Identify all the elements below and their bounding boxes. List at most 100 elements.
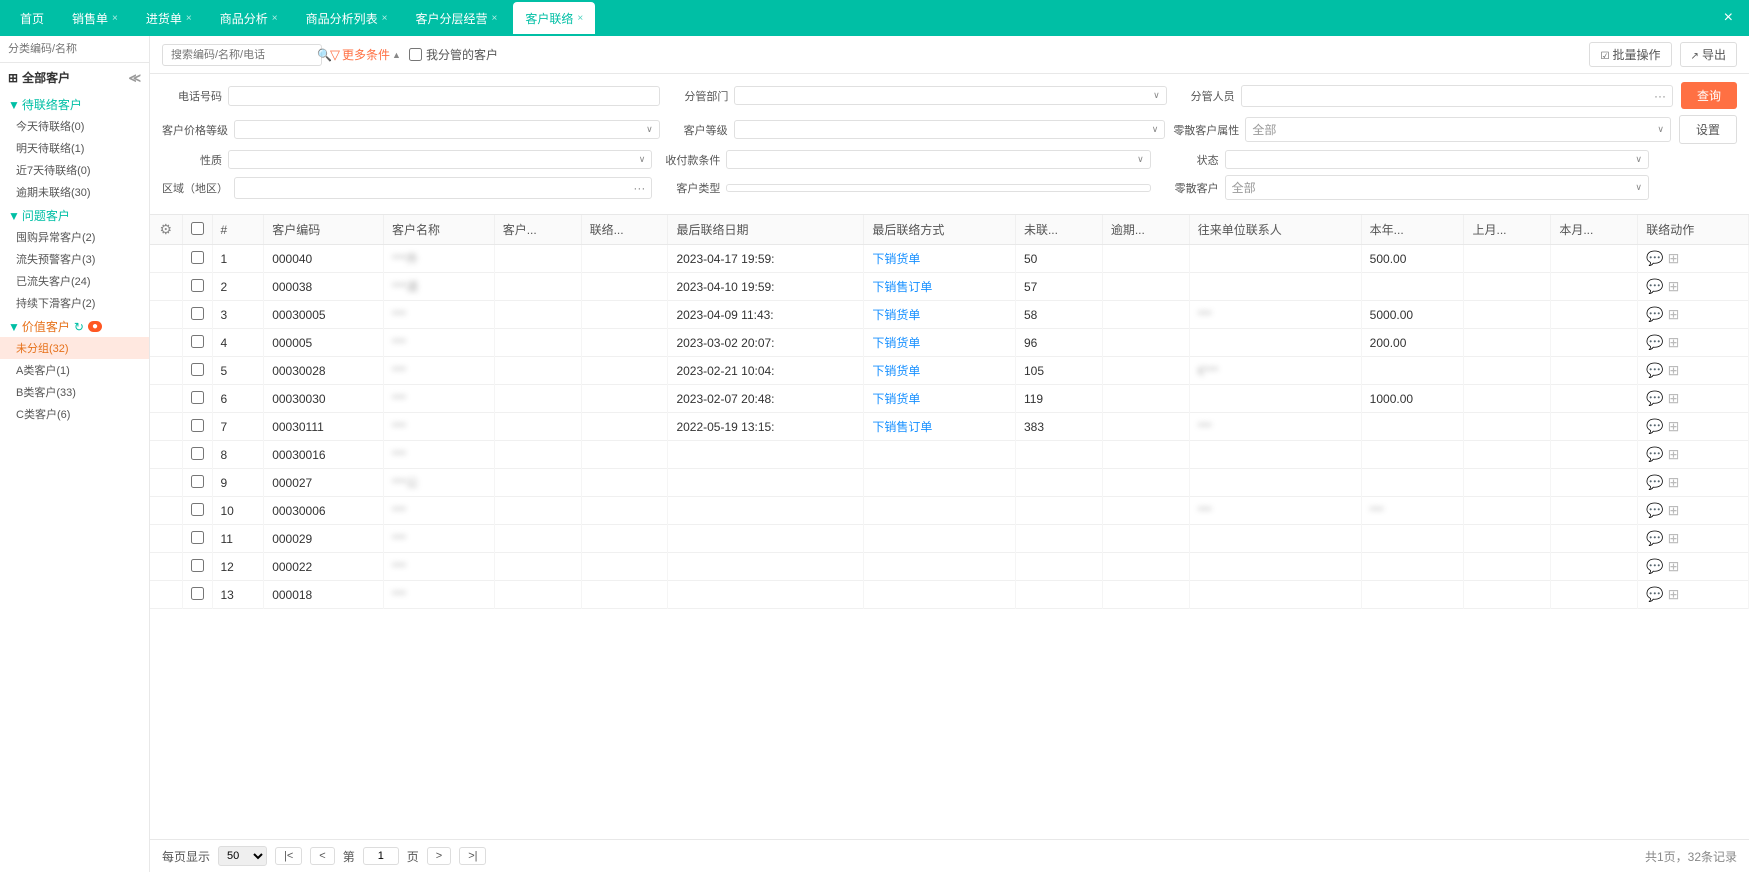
grid-action-icon[interactable]: ⊞: [1668, 390, 1680, 407]
grid-action-icon[interactable]: ⊞: [1668, 334, 1680, 351]
price-level-select[interactable]: ∨: [234, 120, 660, 139]
sidebar-item-overdue[interactable]: 逾期未联络(30): [0, 181, 149, 203]
td-last-way[interactable]: 下销货单: [864, 329, 1016, 357]
td-last-way[interactable]: 下销售订单: [864, 273, 1016, 301]
td-check[interactable]: [182, 273, 212, 301]
th-name[interactable]: 客户名称: [384, 215, 495, 245]
sidebar-item-today[interactable]: 今天待联络(0): [0, 115, 149, 137]
last-way-link[interactable]: 下销货单: [872, 308, 920, 322]
message-icon[interactable]: 💬: [1646, 474, 1663, 491]
manager-select[interactable]: ···: [1241, 85, 1673, 107]
nav-tab-analysis[interactable]: 商品分析 ×: [208, 2, 290, 34]
sidebar-search-input[interactable]: [8, 43, 150, 55]
td-last-way[interactable]: 下销货单: [864, 301, 1016, 329]
message-icon[interactable]: 💬: [1646, 306, 1663, 323]
row-checkbox[interactable]: [191, 419, 204, 432]
nav-tab-analysis-list[interactable]: 商品分析列表 ×: [294, 2, 400, 34]
th-check[interactable]: [182, 215, 212, 245]
td-last-way[interactable]: [864, 553, 1016, 581]
message-icon[interactable]: 💬: [1646, 390, 1663, 407]
last-way-link[interactable]: 下销货单: [872, 392, 920, 406]
sidebar-item-b[interactable]: B类客户(33): [0, 381, 149, 403]
close-icon[interactable]: ×: [112, 13, 118, 24]
td-check[interactable]: [182, 357, 212, 385]
batch-op-button[interactable]: ☑ 批量操作: [1589, 42, 1671, 67]
more-icon[interactable]: ···: [1654, 89, 1666, 103]
th-type[interactable]: 客户...: [494, 215, 581, 245]
sidebar-item-tomorrow[interactable]: 明天待联络(1): [0, 137, 149, 159]
grid-action-icon[interactable]: ⊞: [1668, 362, 1680, 379]
grid-action-icon[interactable]: ⊞: [1668, 446, 1680, 463]
row-checkbox[interactable]: [191, 251, 204, 264]
td-check[interactable]: [182, 525, 212, 553]
td-check[interactable]: [182, 581, 212, 609]
row-checkbox[interactable]: [191, 559, 204, 572]
row-checkbox[interactable]: [191, 447, 204, 460]
region-select[interactable]: ···: [234, 177, 652, 199]
sidebar-item-ungroup[interactable]: 未分组(32): [0, 337, 149, 359]
th-this-year[interactable]: 本年...: [1361, 215, 1464, 245]
next-page-button[interactable]: >: [427, 847, 451, 865]
message-icon[interactable]: 💬: [1646, 502, 1663, 519]
prev-page-button[interactable]: <: [310, 847, 334, 865]
sidebar-item-c[interactable]: C类客户(6): [0, 403, 149, 425]
td-last-way[interactable]: [864, 497, 1016, 525]
main-search-input[interactable]: [171, 49, 313, 61]
row-checkbox[interactable]: [191, 587, 204, 600]
my-customers-checkbox-label[interactable]: 我分管的客户: [409, 46, 498, 63]
close-all-button[interactable]: ×: [1716, 9, 1741, 27]
select-all-checkbox[interactable]: [191, 222, 204, 235]
query-button[interactable]: 查询: [1681, 82, 1737, 109]
grid-action-icon[interactable]: ⊞: [1668, 558, 1680, 575]
customer-level-select[interactable]: ∨: [734, 120, 1166, 139]
th-overdue[interactable]: 逾期...: [1102, 215, 1189, 245]
th-contact[interactable]: 联络...: [581, 215, 668, 245]
td-check[interactable]: [182, 469, 212, 497]
first-page-button[interactable]: |<: [275, 847, 302, 865]
gear-icon[interactable]: ⚙: [159, 221, 172, 237]
last-way-link[interactable]: 下销售订单: [872, 280, 932, 294]
th-this-month[interactable]: 本月...: [1551, 215, 1638, 245]
page-number-input[interactable]: [363, 847, 399, 865]
th-code[interactable]: 客户编码: [264, 215, 384, 245]
message-icon[interactable]: 💬: [1646, 586, 1663, 603]
grid-action-icon[interactable]: ⊞: [1668, 586, 1680, 603]
grid-action-icon[interactable]: ⊞: [1668, 530, 1680, 547]
nav-home[interactable]: 首页: [8, 6, 56, 31]
scatter-attr-select[interactable]: 全部 ∨: [1245, 117, 1671, 142]
last-way-link[interactable]: 下销货单: [872, 364, 920, 378]
page-size-select[interactable]: 50 20 100: [218, 846, 267, 866]
td-check[interactable]: [182, 329, 212, 357]
row-checkbox[interactable]: [191, 363, 204, 376]
sidebar-item-7days[interactable]: 近7天待联络(0): [0, 159, 149, 181]
grid-action-icon[interactable]: ⊞: [1668, 278, 1680, 295]
last-way-link[interactable]: 下销货单: [872, 252, 920, 266]
last-page-button[interactable]: >|: [459, 847, 486, 865]
td-last-way[interactable]: [864, 581, 1016, 609]
grid-action-icon[interactable]: ⊞: [1668, 418, 1680, 435]
sidebar-item-a[interactable]: A类客户(1): [0, 359, 149, 381]
more-conditions-btn[interactable]: ▽ 更多条件 ▲: [330, 46, 401, 63]
th-last-month[interactable]: 上月...: [1464, 215, 1551, 245]
customer-type-select[interactable]: [726, 184, 1150, 192]
td-check[interactable]: [182, 497, 212, 525]
th-uncontacted[interactable]: 未联...: [1015, 215, 1102, 245]
row-checkbox[interactable]: [191, 279, 204, 292]
more-icon[interactable]: ···: [633, 181, 645, 195]
message-icon[interactable]: 💬: [1646, 278, 1663, 295]
td-last-way[interactable]: [864, 469, 1016, 497]
dept-select[interactable]: ∨: [734, 86, 1166, 105]
close-icon[interactable]: ×: [382, 13, 388, 24]
grid-action-icon[interactable]: ⊞: [1668, 306, 1680, 323]
last-way-link[interactable]: 下销售订单: [872, 420, 932, 434]
payment-select[interactable]: ∨: [726, 150, 1150, 169]
scatter-customer-select[interactable]: 全部 ∨: [1225, 175, 1649, 200]
row-checkbox[interactable]: [191, 503, 204, 516]
td-check[interactable]: [182, 553, 212, 581]
message-icon[interactable]: 💬: [1646, 558, 1663, 575]
sidebar-item-declining[interactable]: 持续下滑客户(2): [0, 292, 149, 314]
message-icon[interactable]: 💬: [1646, 530, 1663, 547]
last-way-link[interactable]: 下销货单: [872, 336, 920, 350]
nav-tab-customer-contact[interactable]: 客户联络 ×: [513, 2, 595, 34]
message-icon[interactable]: 💬: [1646, 362, 1663, 379]
